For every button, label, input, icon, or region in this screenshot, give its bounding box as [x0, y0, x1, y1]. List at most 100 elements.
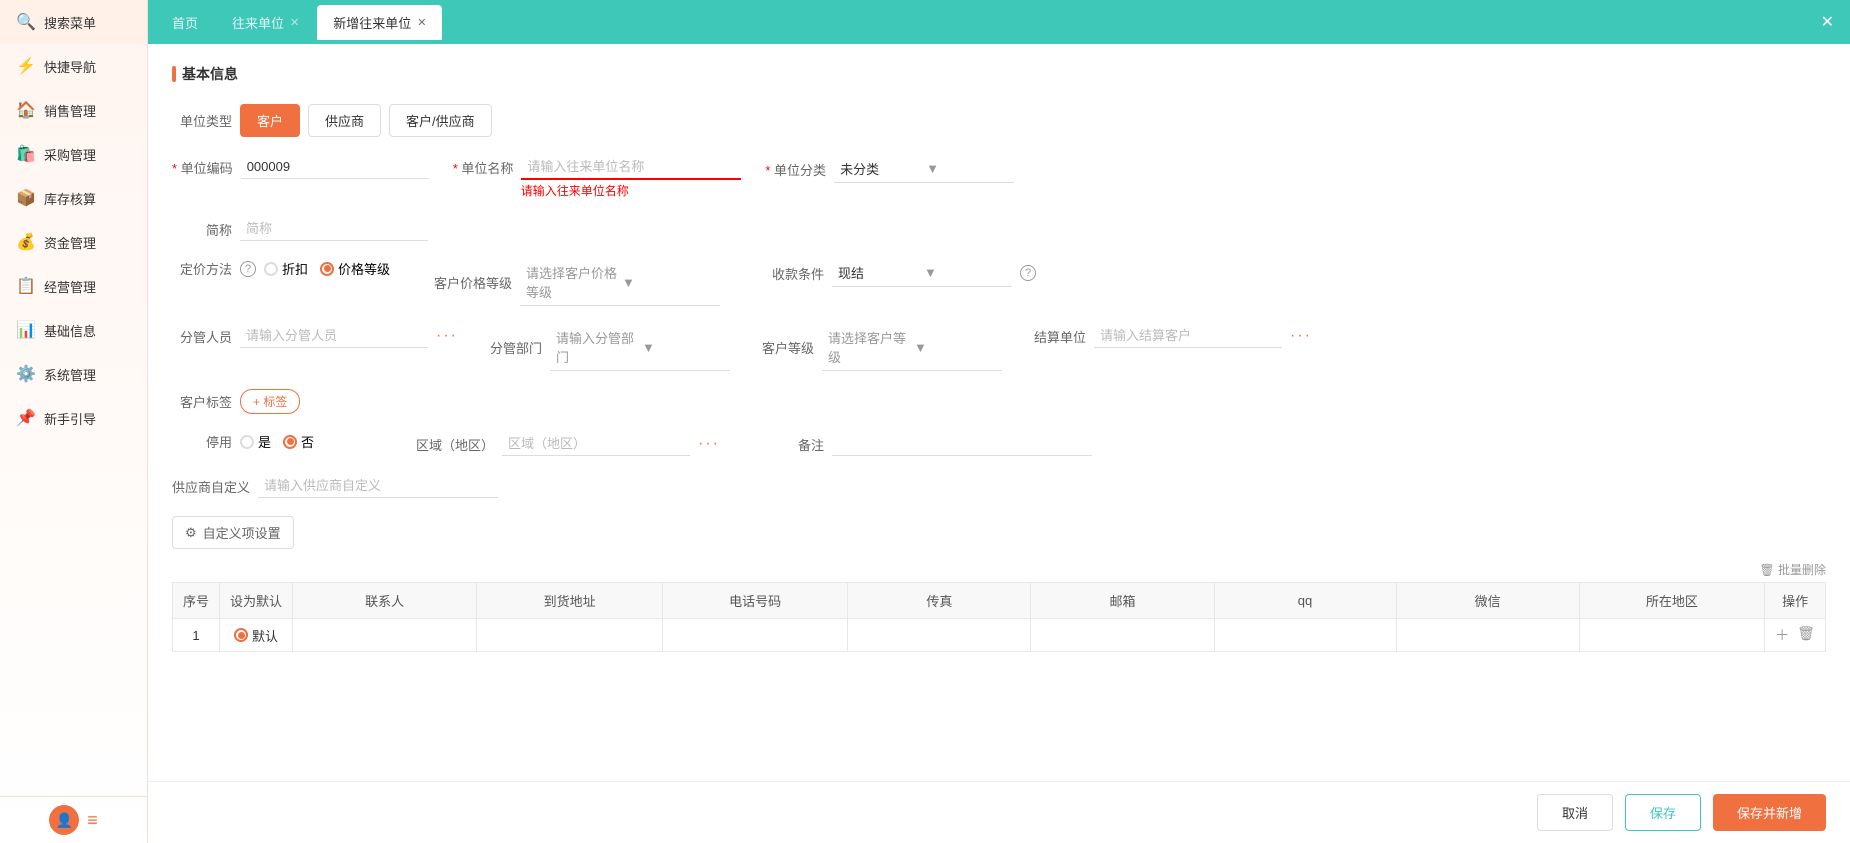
payment-terms-arrow: ▼ [924, 265, 1006, 280]
type-btn-both[interactable]: 客户/供应商 [389, 104, 492, 137]
tab-add-partner[interactable]: 新增往来单位 ✕ [317, 5, 442, 40]
unit-category-select[interactable]: 未分类 ▼ [834, 155, 1014, 183]
wechat-input[interactable] [1407, 628, 1569, 643]
unit-name-input[interactable] [521, 155, 741, 180]
cancel-button[interactable]: 取消 [1537, 794, 1613, 831]
address-input[interactable] [487, 628, 652, 643]
note-input[interactable] [832, 432, 1092, 456]
customer-level-select[interactable]: 请选择客户等级 ▼ [822, 324, 1002, 371]
email-input[interactable] [1041, 628, 1203, 643]
operations-icon: 📋 [16, 276, 36, 296]
finance-icon: 💰 [16, 232, 36, 252]
supplier-custom-input[interactable] [258, 474, 498, 498]
col-address: 到货地址 [477, 583, 663, 619]
row-region-input[interactable] [1590, 628, 1755, 643]
batch-delete-btn[interactable]: 🗑 批量删除 [172, 561, 1826, 578]
disable-no[interactable]: 否 [283, 432, 314, 451]
customer-level-placeholder: 请选择客户等级 [828, 328, 910, 366]
col-contact: 联系人 [293, 583, 477, 619]
payment-terms-select[interactable]: 现结 ▼ [832, 259, 1012, 287]
purchase-icon: 🛍️ [16, 144, 36, 164]
default-label: 默认 [252, 626, 278, 645]
payment-terms-field: 收款条件 现结 ▼ ? [764, 259, 1036, 287]
delete-row-icon[interactable]: 🗑 [1797, 625, 1815, 645]
payment-terms-help[interactable]: ? [1020, 265, 1036, 281]
close-all-tabs[interactable]: ✕ [1813, 8, 1842, 36]
customer-price-field: 客户价格等级 请选择客户价格等级 ▼ [434, 259, 720, 306]
pricing-discount[interactable]: 折扣 [264, 259, 308, 278]
sidebar-item-finance[interactable]: 💰 资金管理 [0, 220, 147, 264]
cell-default: 默认 [220, 619, 293, 652]
cell-seq: 1 [173, 619, 220, 652]
sidebar-item-basic-info[interactable]: 📊 基础信息 [0, 308, 147, 352]
settlement-input[interactable] [1094, 324, 1282, 348]
sidebar-expand[interactable]: ≡ [87, 810, 98, 831]
close-add-partner-tab[interactable]: ✕ [417, 16, 426, 29]
region-input[interactable] [502, 432, 690, 456]
alias-input[interactable] [240, 217, 428, 241]
settlement-field: 结算单位 ··· [1026, 324, 1312, 348]
customer-price-select[interactable]: 请选择客户价格等级 ▼ [520, 259, 720, 306]
save-add-button[interactable]: 保存并新增 [1713, 794, 1826, 831]
sidebar-item-system[interactable]: ⚙️ 系统管理 [0, 352, 147, 396]
cell-phone [662, 619, 848, 652]
cell-wechat [1396, 619, 1579, 652]
unit-code-input[interactable] [241, 155, 429, 179]
sidebar-item-quick-nav[interactable]: ⚡ 快捷导航 [0, 44, 147, 88]
row-default-radio[interactable]: 默认 [230, 626, 282, 645]
close-partner-list-tab[interactable]: ✕ [290, 16, 299, 29]
sidebar-item-operations[interactable]: 📋 经营管理 [0, 264, 147, 308]
qq-input[interactable] [1225, 628, 1386, 643]
default-radio-circle[interactable] [234, 628, 248, 642]
sidebar-item-search[interactable]: 🔍 搜索菜单 [0, 0, 147, 44]
manager-label: 分管人员 [172, 327, 232, 346]
unit-name-label: 单位名称 [453, 158, 514, 177]
disable-no-radio[interactable] [283, 435, 297, 449]
pricing-help-icon[interactable]: ? [240, 261, 256, 277]
tab-partner-list[interactable]: 往来单位 ✕ [216, 5, 315, 40]
unit-category-label: 单位分类 [765, 160, 826, 179]
settlement-more[interactable]: ··· [1290, 327, 1312, 345]
alias-row: 简称 [172, 217, 1826, 241]
tags-row: 客户标签 + 标签 [172, 389, 1826, 414]
dept-select[interactable]: 请输入分管部门 ▼ [550, 324, 730, 371]
batch-delete-icon: 🗑 [1759, 563, 1774, 577]
level-label: 价格等级 [338, 259, 390, 278]
row-actions: ＋ 🗑 [1775, 625, 1815, 645]
custom-settings-button[interactable]: ⚙ 自定义项设置 [172, 516, 294, 549]
add-tag-button[interactable]: + 标签 [240, 389, 300, 414]
manager-more[interactable]: ··· [436, 327, 458, 345]
discount-label: 折扣 [282, 259, 308, 278]
col-action: 操作 [1765, 583, 1826, 619]
unit-category-arrow: ▼ [926, 161, 1008, 176]
table-row: 1 默认 [173, 619, 1826, 652]
unit-name-error: 请输入往来单位名称 [521, 182, 742, 199]
phone-input[interactable] [673, 628, 838, 643]
type-btn-customer[interactable]: 客户 [240, 104, 300, 137]
discount-radio[interactable] [264, 262, 278, 276]
col-seq: 序号 [173, 583, 220, 619]
pricing-radio-group: 折扣 价格等级 [264, 259, 390, 278]
save-button[interactable]: 保存 [1625, 794, 1701, 831]
user-avatar[interactable]: 👤 [49, 805, 79, 835]
type-btn-supplier[interactable]: 供应商 [308, 104, 381, 137]
sidebar-item-purchase[interactable]: 🛍️ 采购管理 [0, 132, 147, 176]
disable-yes-radio[interactable] [240, 435, 254, 449]
col-email: 邮箱 [1031, 583, 1214, 619]
add-row-icon[interactable]: ＋ [1775, 625, 1789, 645]
manager-row: 分管人员 ··· 分管部门 请输入分管部门 ▼ 客户等级 请选择客户等级 ▼ 结… [172, 324, 1826, 371]
disable-yes[interactable]: 是 [240, 432, 271, 451]
sales-icon: 🏠 [16, 100, 36, 120]
contact-input[interactable] [303, 628, 466, 643]
sidebar-item-guide[interactable]: 📌 新手引导 [0, 396, 147, 440]
sidebar-item-sales[interactable]: 🏠 销售管理 [0, 88, 147, 132]
pricing-level[interactable]: 价格等级 [320, 259, 390, 278]
region-more[interactable]: ··· [698, 435, 720, 453]
sidebar-item-inventory[interactable]: 📦 库存核算 [0, 176, 147, 220]
manager-input[interactable] [240, 324, 428, 348]
customer-price-arrow: ▼ [622, 275, 714, 290]
main-area: 首页 往来单位 ✕ 新增往来单位 ✕ ✕ 基本信息 单位类型 客户 供应商 客户… [148, 0, 1850, 843]
tab-home[interactable]: 首页 [156, 5, 214, 40]
fax-input[interactable] [858, 628, 1020, 643]
level-radio[interactable] [320, 262, 334, 276]
